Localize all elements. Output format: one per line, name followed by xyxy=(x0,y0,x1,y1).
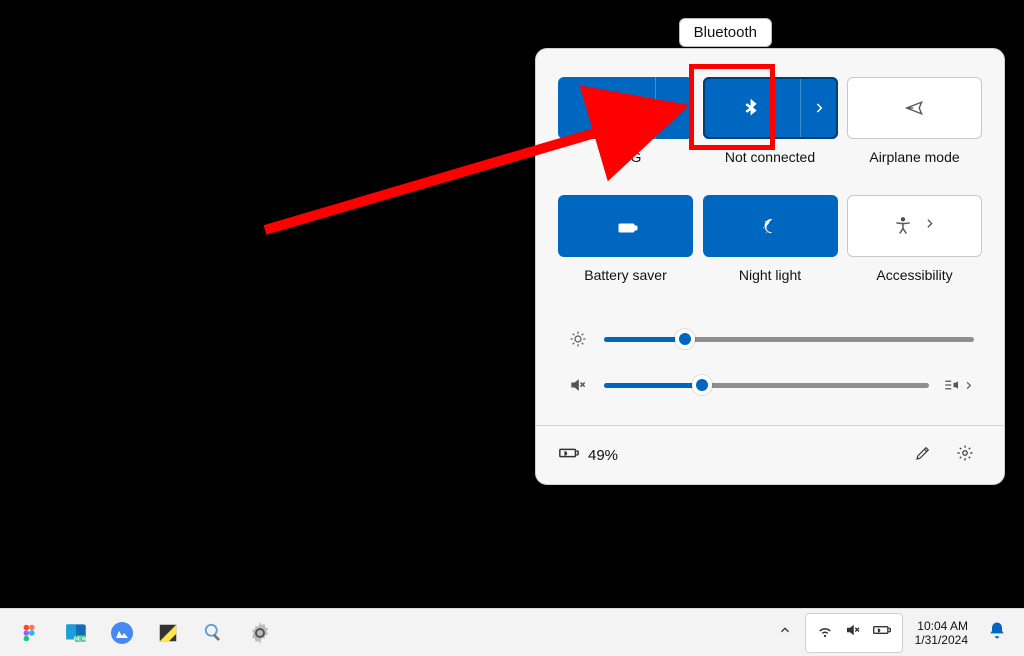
battery-saver-tile[interactable] xyxy=(558,195,693,257)
taskbar-app-sticky-notes[interactable] xyxy=(148,613,188,653)
battery-footer-icon xyxy=(558,442,580,469)
tray-battery-icon xyxy=(872,620,892,645)
bell-icon xyxy=(987,620,1007,645)
notification-button[interactable] xyxy=(980,613,1014,653)
battery-percent: 49% xyxy=(588,447,618,464)
taskbar-app-figma[interactable] xyxy=(10,613,50,653)
battery-saver-tile-main[interactable] xyxy=(558,195,693,257)
night-light-tile-main[interactable] xyxy=(703,195,838,257)
bluetooth-tile[interactable] xyxy=(703,77,838,139)
airplane-tile-wrap: Airplane mode xyxy=(847,77,982,187)
tile-row-1: RGG Not connected xyxy=(558,77,982,187)
taskbar-right: 10:04 AM 1/31/2024 xyxy=(771,613,1014,653)
airplane-label: Airplane mode xyxy=(869,149,959,165)
night-light-tile-wrap: Night light xyxy=(703,195,838,305)
airplane-tile-main[interactable] xyxy=(848,78,981,138)
tray-overflow-button[interactable] xyxy=(771,613,799,653)
settings-button[interactable] xyxy=(948,438,982,472)
taskbar-app-settings[interactable] xyxy=(240,613,280,653)
chevron-up-icon xyxy=(778,623,792,642)
wifi-icon xyxy=(597,98,617,118)
taskbar: NEW xyxy=(0,608,1024,656)
gear-icon xyxy=(956,444,974,467)
chevron-right-icon xyxy=(923,217,936,235)
taskbar-left: NEW xyxy=(10,613,280,653)
tile-row-2: Battery saver Night light xyxy=(558,195,982,305)
bluetooth-tile-wrap: Not connected xyxy=(703,77,838,187)
battery-saver-label: Battery saver xyxy=(584,267,666,283)
taskbar-app-outlook[interactable]: NEW xyxy=(56,613,96,653)
accessibility-tile-main[interactable] xyxy=(848,196,981,256)
bluetooth-icon xyxy=(741,98,761,118)
bluetooth-tile-main[interactable] xyxy=(703,77,800,139)
accessibility-icon xyxy=(893,216,913,236)
volume-mute-icon[interactable] xyxy=(566,373,590,397)
tray-volume-mute-icon xyxy=(844,621,862,644)
volume-slider[interactable] xyxy=(604,383,929,388)
battery-saver-icon xyxy=(616,216,636,236)
night-light-icon xyxy=(760,216,780,236)
wifi-expand-button[interactable] xyxy=(655,77,693,139)
night-light-tile[interactable] xyxy=(703,195,838,257)
night-light-label: Night light xyxy=(739,267,801,283)
pencil-icon xyxy=(914,444,932,467)
tray-wifi-icon xyxy=(816,621,834,644)
airplane-icon xyxy=(905,98,925,118)
wifi-tile[interactable] xyxy=(558,77,693,139)
bluetooth-label: Not connected xyxy=(725,149,815,165)
edit-button[interactable] xyxy=(906,438,940,472)
taskbar-app-system-config[interactable] xyxy=(194,613,234,653)
system-tray[interactable] xyxy=(805,613,903,653)
brightness-slider-row xyxy=(566,327,974,351)
bluetooth-tooltip: Bluetooth xyxy=(679,18,772,47)
wifi-tile-main[interactable] xyxy=(558,77,655,139)
battery-saver-tile-wrap: Battery saver xyxy=(558,195,693,305)
taskbar-app-nordvpn[interactable] xyxy=(102,613,142,653)
taskbar-time: 10:04 AM xyxy=(915,619,968,633)
accessibility-tile-wrap: Accessibility xyxy=(847,195,982,305)
bluetooth-expand-button[interactable] xyxy=(800,77,838,139)
svg-text:NEW: NEW xyxy=(74,636,88,642)
accessibility-tile[interactable] xyxy=(847,195,982,257)
volume-slider-row xyxy=(566,373,974,397)
audio-output-button[interactable] xyxy=(943,373,974,397)
brightness-icon xyxy=(566,327,590,351)
taskbar-date: 1/31/2024 xyxy=(915,633,968,647)
panel-footer: 49% xyxy=(536,425,1004,484)
quick-settings-panel: RGG Not connected xyxy=(535,48,1005,485)
accessibility-label: Accessibility xyxy=(876,267,952,283)
wifi-tile-wrap: RGG xyxy=(558,77,693,187)
airplane-tile[interactable] xyxy=(847,77,982,139)
brightness-slider[interactable] xyxy=(604,337,974,342)
taskbar-clock[interactable]: 10:04 AM 1/31/2024 xyxy=(909,619,974,647)
wifi-label: RGG xyxy=(610,149,642,165)
